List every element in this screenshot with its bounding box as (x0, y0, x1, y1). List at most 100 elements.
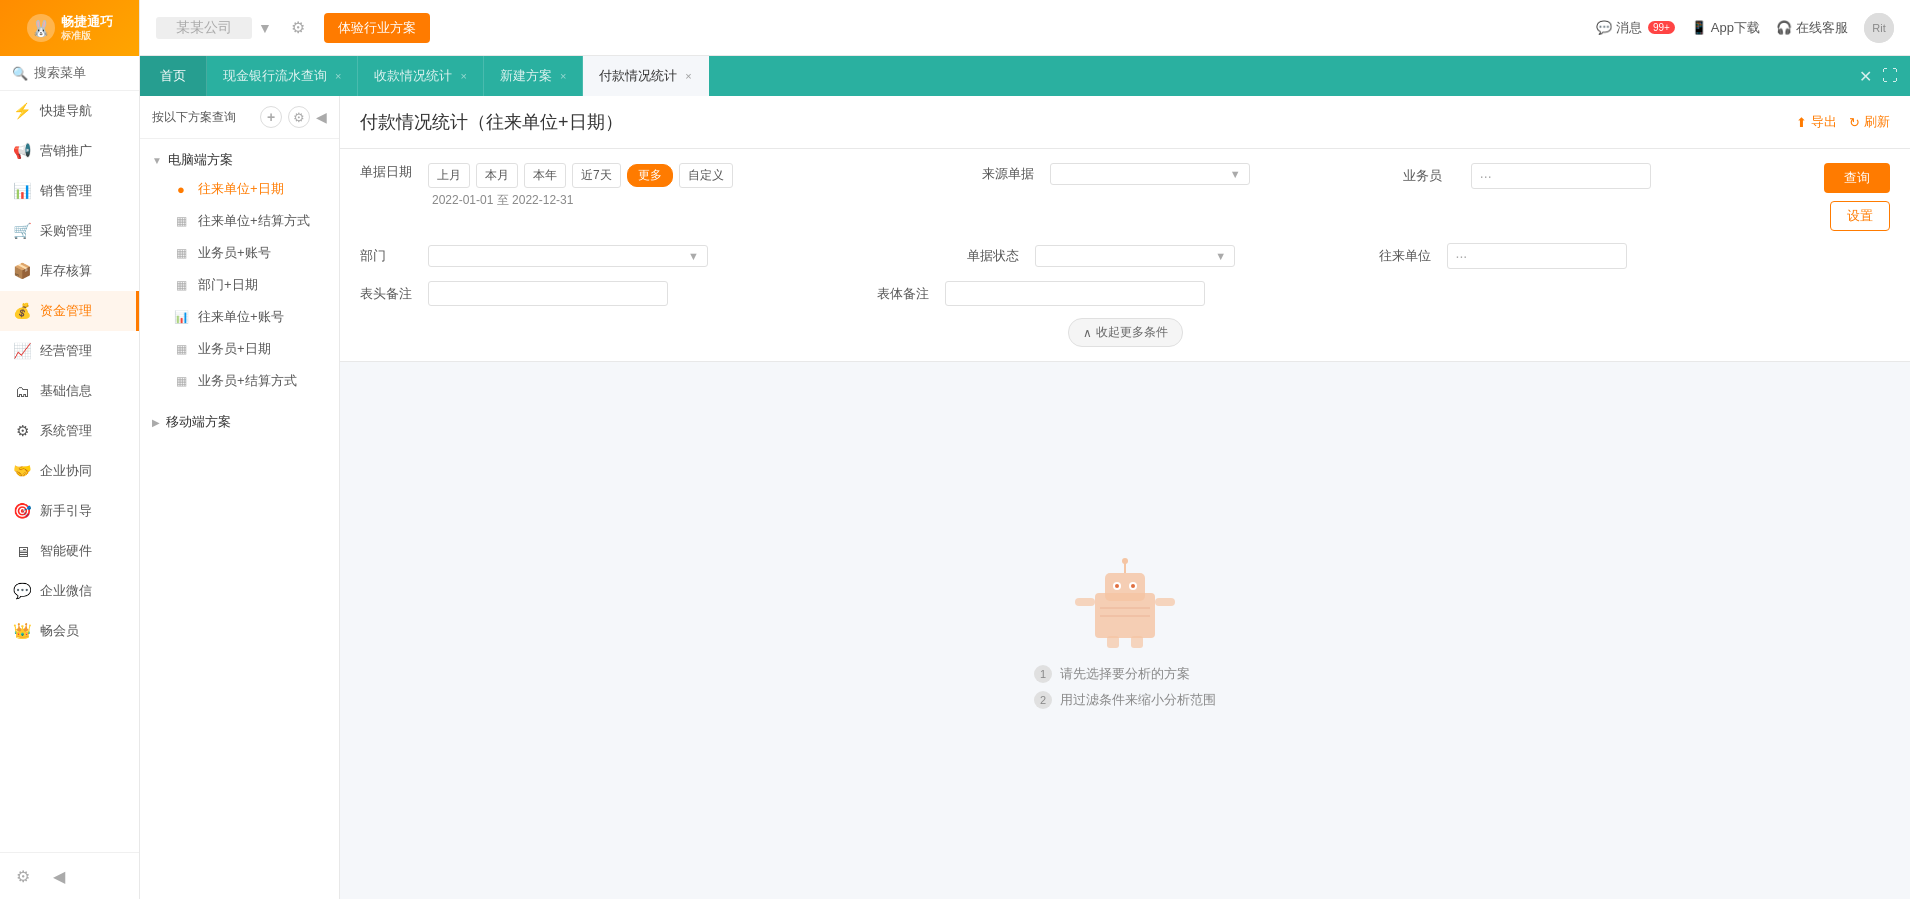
scheme-item-6[interactable]: ▦ 业务员+结算方式 (140, 365, 339, 397)
page-title: 付款情况统计（往来单位+日期） (360, 110, 623, 134)
sidebar-item-enterprise[interactable]: 🤝 企业协同 (0, 451, 139, 491)
online-service-btn[interactable]: 🎧 在线客服 (1776, 19, 1848, 37)
dropdown-arrow-icon[interactable]: ▼ (258, 20, 272, 36)
counterpart-select[interactable]: ··· (1447, 243, 1627, 269)
scheme-collapse-btn[interactable]: ◀ (316, 109, 327, 125)
sidebar-item-system[interactable]: ⚙ 系统管理 (0, 411, 139, 451)
sidebar-logo: 🐰 畅捷通巧 标准版 (0, 0, 139, 56)
scheme-item-4[interactable]: 📊 往来单位+账号 (140, 301, 339, 333)
source-select-arrow: ▼ (1230, 168, 1241, 180)
dept-select[interactable]: ▼ (428, 245, 708, 267)
tab-receipt-stats-close[interactable]: × (460, 70, 466, 82)
sidebar-collapse-icon[interactable]: ◀ (46, 863, 72, 889)
operations-icon: 📈 (12, 341, 32, 361)
add-scheme-btn[interactable]: + (260, 106, 282, 128)
date-btn-this-month[interactable]: 本月 (476, 163, 518, 188)
date-btn-more[interactable]: 更多 (627, 164, 673, 187)
sidebar-item-quick-nav[interactable]: ⚡ 快捷导航 (0, 91, 139, 131)
sidebar-item-basic[interactable]: 🗂 基础信息 (0, 371, 139, 411)
company-title: 某某公司 ▼ (156, 17, 272, 39)
messages-label: 消息 (1616, 19, 1642, 37)
sidebar-item-member[interactable]: 👑 畅会员 (0, 611, 139, 651)
query-btn[interactable]: 查询 (1824, 163, 1890, 193)
scheme-item-label: 业务员+账号 (198, 244, 271, 262)
tip2-text: 用过滤条件来缩小分析范围 (1060, 691, 1216, 709)
date-btn-last-month[interactable]: 上月 (428, 163, 470, 188)
sidebar-item-label: 企业协同 (40, 462, 92, 480)
scheme-item-label: 往来单位+日期 (198, 180, 284, 198)
doc-status-select[interactable]: ▼ (1035, 245, 1235, 267)
doc-status-select-arrow: ▼ (1215, 250, 1226, 262)
scheme-table-icon-6: ▦ (172, 372, 190, 390)
sidebar-item-sales[interactable]: 📊 销售管理 (0, 171, 139, 211)
tab-home[interactable]: 首页 (140, 56, 207, 96)
scheme-item-3[interactable]: ▦ 部门+日期 (140, 269, 339, 301)
sidebar-item-operations[interactable]: 📈 经营管理 (0, 331, 139, 371)
date-btn-custom[interactable]: 自定义 (679, 163, 733, 188)
basic-icon: 🗂 (12, 381, 32, 401)
scheme-item-1[interactable]: ▦ 往来单位+结算方式 (140, 205, 339, 237)
sidebar-item-purchase[interactable]: 🛒 采购管理 (0, 211, 139, 251)
sidebar-item-wechat[interactable]: 💬 企业微信 (0, 571, 139, 611)
filter-settings-btn[interactable]: 设置 (1830, 201, 1890, 231)
refresh-btn[interactable]: ↻ 刷新 (1849, 113, 1890, 131)
sidebar-item-label: 快捷导航 (40, 102, 92, 120)
tabbar-actions: ✕ ⛶ (1847, 56, 1910, 96)
svg-rect-11 (1131, 636, 1143, 648)
user-avatar[interactable]: Rit (1864, 13, 1894, 43)
mobile-group-title[interactable]: ▶ 移动端方案 (140, 409, 339, 435)
pc-group-title[interactable]: ▼ 电脑端方案 (140, 147, 339, 173)
tab-payment-stats-close[interactable]: × (685, 70, 691, 82)
scheme-item-label: 业务员+结算方式 (198, 372, 297, 390)
sidebar-item-inventory[interactable]: 📦 库存核算 (0, 251, 139, 291)
sidebar-item-guide[interactable]: 🎯 新手引导 (0, 491, 139, 531)
sidebar-item-hardware[interactable]: 🖥 智能硬件 (0, 531, 139, 571)
note1-label: 表头备注 (360, 285, 420, 303)
inventory-icon: 📦 (12, 261, 32, 281)
doc-status-label: 单据状态 (967, 247, 1027, 265)
salesperson-select[interactable]: ··· (1471, 163, 1651, 189)
mobile-group-label: 移动端方案 (166, 413, 231, 431)
tab-payment-stats[interactable]: 付款情况统计 × (583, 56, 708, 96)
note2-input[interactable] (945, 281, 1205, 306)
tab-new-scheme-close[interactable]: × (560, 70, 566, 82)
sidebar: 🐰 畅捷通巧 标准版 🔍 搜索菜单 ⚡ 快捷导航 📢 营销推广 📊 销售管理 🛒… (0, 0, 140, 899)
scheme-panel-title: 按以下方案查询 (152, 109, 254, 126)
marketing-icon: 📢 (12, 141, 32, 161)
search-menu[interactable]: 🔍 搜索菜单 (0, 56, 139, 91)
topbar-gear-icon[interactable]: ⚙ (284, 14, 312, 42)
messages-btn[interactable]: 💬 消息 99+ (1596, 19, 1675, 37)
tab-payment-stats-label: 付款情况统计 (599, 67, 677, 85)
sidebar-item-label: 新手引导 (40, 502, 92, 520)
sidebar-item-fund[interactable]: 💰 资金管理 (0, 291, 139, 331)
scheme-settings-btn[interactable]: ⚙ (288, 106, 310, 128)
content-area: 付款情况统计（往来单位+日期） ⬆ 导出 ↻ 刷新 (340, 96, 1910, 899)
tip1-num: 1 (1034, 665, 1052, 683)
sidebar-settings-icon[interactable]: ⚙ (10, 863, 36, 889)
maximize-icon[interactable]: ⛶ (1882, 67, 1898, 85)
trial-industry-btn[interactable]: 体验行业方案 (324, 13, 430, 43)
collapse-filters-btn[interactable]: ∧ 收起更多条件 (1068, 318, 1183, 347)
collapse-label: 收起更多条件 (1096, 324, 1168, 341)
quick-nav-icon: ⚡ (12, 101, 32, 121)
date-btn-this-year[interactable]: 本年 (524, 163, 566, 188)
empty-tips: 1 请先选择要分析的方案 2 用过滤条件来缩小分析范围 (1034, 665, 1216, 709)
sidebar-item-label: 库存核算 (40, 262, 92, 280)
close-all-icon[interactable]: ✕ (1859, 67, 1872, 86)
note1-input[interactable] (428, 281, 668, 306)
scheme-item-2[interactable]: ▦ 业务员+账号 (140, 237, 339, 269)
source-doc-select[interactable]: ▼ (1050, 163, 1250, 185)
tab-bank-flow[interactable]: 现金银行流水查询 × (207, 56, 358, 96)
export-btn[interactable]: ⬆ 导出 (1796, 113, 1837, 131)
member-icon: 👑 (12, 621, 32, 641)
scheme-item-0[interactable]: ● 往来单位+日期 (140, 173, 339, 205)
tab-new-scheme[interactable]: 新建方案 × (484, 56, 583, 96)
empty-illustration (1065, 553, 1185, 653)
tab-receipt-stats[interactable]: 收款情况统计 × (358, 56, 483, 96)
tab-bank-flow-close[interactable]: × (335, 70, 341, 82)
sidebar-item-marketing[interactable]: 📢 营销推广 (0, 131, 139, 171)
pc-group-arrow: ▼ (152, 155, 162, 166)
scheme-item-5[interactable]: ▦ 业务员+日期 (140, 333, 339, 365)
date-btn-last-7days[interactable]: 近7天 (572, 163, 621, 188)
app-download-btn[interactable]: 📱 App下载 (1691, 19, 1760, 37)
